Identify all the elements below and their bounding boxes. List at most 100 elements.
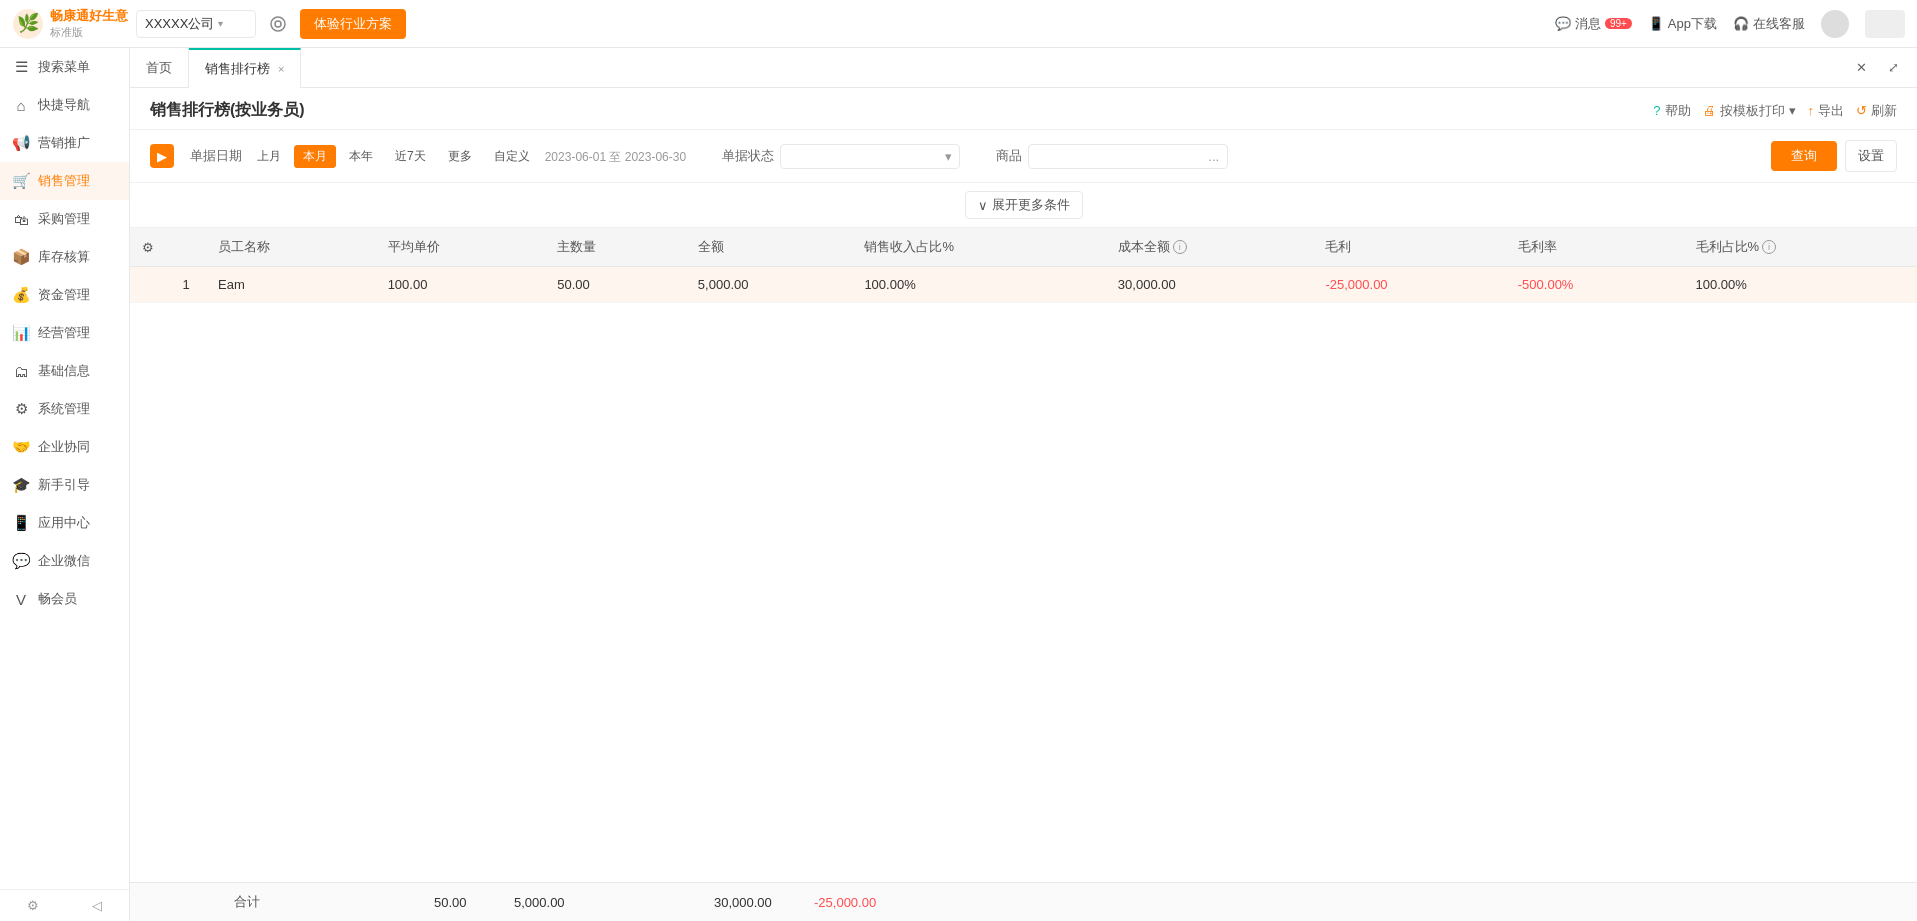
date-btn-自定义[interactable]: 自定义 <box>485 145 539 168</box>
app-download-icon: 📱 <box>1648 16 1664 31</box>
date-buttons: 上月本月本年近7天更多自定义 <box>248 145 539 168</box>
sidebar-label-vip: 畅会员 <box>38 590 77 608</box>
th-cost: 成本全额 i <box>1106 228 1314 267</box>
sidebar-label-quick-nav: 快捷导航 <box>38 96 90 114</box>
date-btn-本月[interactable]: 本月 <box>294 145 336 168</box>
footer-amount: 5,000.00 <box>502 895 602 910</box>
trial-button[interactable]: 体验行业方案 <box>300 9 406 39</box>
refresh-icon: ↺ <box>1856 103 1867 118</box>
company-selector[interactable]: XXXXX公司 ▾ <box>136 10 256 38</box>
sidebar-label-sys-mgmt: 系统管理 <box>38 400 90 418</box>
sidebar-item-sales-mgmt[interactable]: 🛒 销售管理 <box>0 162 129 200</box>
online-service-icon: 🎧 <box>1733 16 1749 31</box>
message-icon: 💬 <box>1555 16 1571 31</box>
avatar[interactable] <box>1821 10 1849 38</box>
goods-filter: 商品 ... <box>996 144 1228 169</box>
home-tab-label: 首页 <box>146 59 172 77</box>
date-btn-更多[interactable]: 更多 <box>439 145 481 168</box>
sidebar-label-enterprise: 企业协同 <box>38 438 90 456</box>
footer-cost: 30,000.00 <box>702 895 802 910</box>
th-rank <box>166 228 206 267</box>
tab-close-window-icon[interactable]: ✕ <box>1849 56 1873 80</box>
table-wrap: ⚙ 员工名称 平均单价 主数量 全额 销售收入占比% <box>130 228 1917 882</box>
export-button[interactable]: ↑ 导出 <box>1808 102 1845 120</box>
sidebar-item-newbie[interactable]: 🎓 新手引导 <box>0 466 129 504</box>
sidebar-item-app-center[interactable]: 📱 应用中心 <box>0 504 129 542</box>
messages-button[interactable]: 💬 消息 99+ <box>1555 15 1632 33</box>
online-service-button[interactable]: 🎧 在线客服 <box>1733 15 1805 33</box>
cost-info-icon[interactable]: i <box>1173 240 1187 254</box>
sidebar-item-sys-mgmt[interactable]: ⚙ 系统管理 <box>0 390 129 428</box>
row-avg-price: 100.00 <box>376 267 546 303</box>
sidebar-icon-enterprise: 🤝 <box>12 438 30 456</box>
row-settings <box>130 267 166 303</box>
tab-close-icon[interactable]: × <box>278 63 284 75</box>
sidebar-icon-purchase-mgmt: 🛍 <box>12 210 30 228</box>
chevron-down-icon: ∨ <box>978 198 988 213</box>
sidebar-icon-finance: 💰 <box>12 286 30 304</box>
goods-more-icon: ... <box>1208 149 1219 164</box>
sidebar-item-vip[interactable]: V 畅会员 <box>0 580 129 618</box>
row-gross-rate: -500.00% <box>1506 267 1684 303</box>
filter-expand-arrow[interactable]: ▶ <box>150 144 174 168</box>
goods-input[interactable]: ... <box>1028 144 1228 169</box>
page-header-actions: ? 帮助 🖨 按模板打印 ▾ ↑ 导出 <box>1653 102 1897 120</box>
row-cost: 30,000.00 <box>1106 267 1314 303</box>
sidebar-item-marketing[interactable]: 📢 营销推广 <box>0 124 129 162</box>
sidebar-item-quick-nav[interactable]: ⌂ 快捷导航 <box>0 86 129 124</box>
sidebar-icon-sys-mgmt: ⚙ <box>12 400 30 418</box>
sidebar-item-operations[interactable]: 📊 经营管理 <box>0 314 129 352</box>
date-btn-上月[interactable]: 上月 <box>248 145 290 168</box>
template-print-button[interactable]: 🖨 按模板打印 ▾ <box>1703 102 1796 120</box>
setting-button[interactable]: 设置 <box>1845 140 1897 172</box>
date-range: 2023-06-01 至 2023-06-30 <box>545 149 686 166</box>
row-gross: -25,000.00 <box>1313 267 1505 303</box>
sidebar-collapse-icon[interactable]: ◁ <box>92 898 102 913</box>
sidebar-settings-icon[interactable]: ⚙ <box>27 898 39 913</box>
date-btn-本年[interactable]: 本年 <box>340 145 382 168</box>
sidebar-icon-basic-info: 🗂 <box>12 362 30 380</box>
sidebar-item-inventory[interactable]: 📦 库存核算 <box>0 238 129 276</box>
app-download-label: App下载 <box>1668 15 1717 33</box>
svg-point-2 <box>271 17 285 31</box>
refresh-button[interactable]: ↺ 刷新 <box>1856 102 1897 120</box>
sidebar-item-enterprise[interactable]: 🤝 企业协同 <box>0 428 129 466</box>
sidebar-label-purchase-mgmt: 采购管理 <box>38 210 90 228</box>
messages-badge: 99+ <box>1605 18 1632 29</box>
row-sales-pct: 100.00% <box>852 267 1105 303</box>
gross-pct-info-icon[interactable]: i <box>1762 240 1776 254</box>
sidebar-item-basic-info[interactable]: 🗂 基础信息 <box>0 352 129 390</box>
sidebar-label-inventory: 库存核算 <box>38 248 90 266</box>
date-btn-近7天[interactable]: 近7天 <box>386 145 435 168</box>
app-download-button[interactable]: 📱 App下载 <box>1648 15 1717 33</box>
topbar-settings-icon[interactable] <box>264 10 292 38</box>
expand-conditions-bar: ∨ 展开更多条件 <box>130 183 1917 228</box>
tab-expand-icon[interactable]: ⤢ <box>1881 56 1905 80</box>
th-sales-pct: 销售收入占比% <box>852 228 1105 267</box>
sidebar-label-basic-info: 基础信息 <box>38 362 90 380</box>
settings-icon[interactable]: ⚙ <box>142 240 154 255</box>
data-table: ⚙ 员工名称 平均单价 主数量 全额 销售收入占比% <box>130 228 1917 303</box>
status-select[interactable] <box>780 144 960 169</box>
sidebar-label-marketing: 营销推广 <box>38 134 90 152</box>
row-gross-pct: 100.00% <box>1684 267 1917 303</box>
row-name: Eam <box>206 267 376 303</box>
logo-line1: 畅康通好生意 <box>50 8 128 25</box>
sidebar-item-wechat-biz[interactable]: 💬 企业微信 <box>0 542 129 580</box>
sidebar-item-purchase-mgmt[interactable]: 🛍 采购管理 <box>0 200 129 238</box>
page-title: 销售排行榜(按业务员) <box>150 100 305 121</box>
expand-conditions-button[interactable]: ∨ 展开更多条件 <box>965 191 1083 219</box>
tab-sales-ranking[interactable]: 销售排行榜 × <box>189 48 301 88</box>
th-gross-rate: 毛利率 <box>1506 228 1684 267</box>
tab-home[interactable]: 首页 <box>130 48 189 88</box>
sidebar-item-finance[interactable]: 💰 资金管理 <box>0 276 129 314</box>
query-button[interactable]: 查询 <box>1771 141 1837 171</box>
row-qty: 50.00 <box>545 267 686 303</box>
print-chevron-icon: ▾ <box>1789 103 1796 118</box>
sidebar-item-search-orders[interactable]: ☰ 搜索菜单 <box>0 48 129 86</box>
print-icon: 🖨 <box>1703 103 1716 118</box>
sidebar-icon-wechat-biz: 💬 <box>12 552 30 570</box>
table-footer: 合计 50.00 5,000.00 30,000.00 -25,000.00 <box>130 882 1917 921</box>
help-button[interactable]: ? 帮助 <box>1653 102 1690 120</box>
sidebar-icon-newbie: 🎓 <box>12 476 30 494</box>
